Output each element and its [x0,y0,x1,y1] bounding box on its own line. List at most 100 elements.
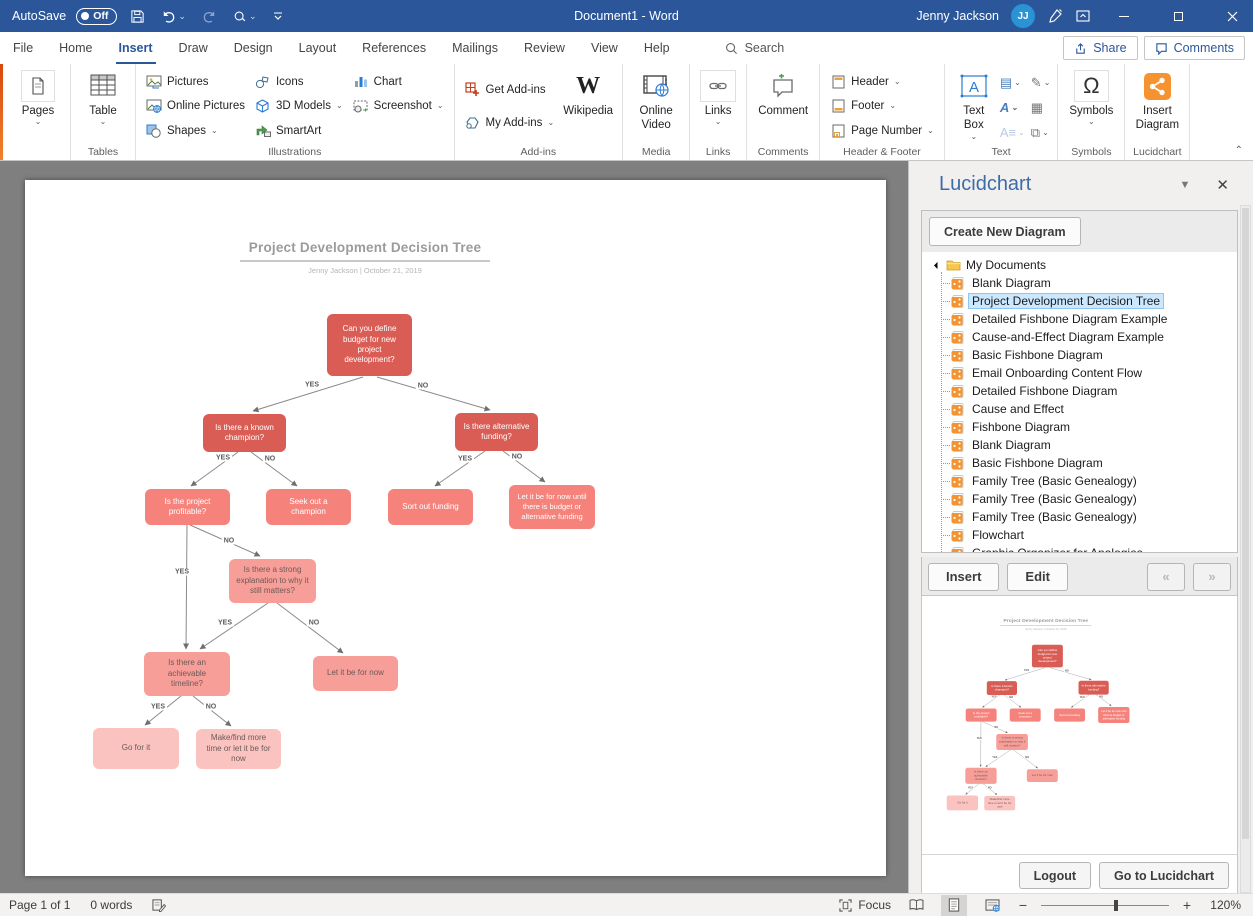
date-time-button[interactable]: ▦ [1031,100,1051,116]
tab-view[interactable]: View [578,32,631,64]
wikipedia-button[interactable]: W Wikipedia [559,68,617,118]
minimize-button[interactable] [1103,0,1145,32]
user-name[interactable]: Jenny Jackson [916,9,999,23]
get-addins-button[interactable]: Get Add-ins [462,78,558,101]
pictures-button[interactable]: Pictures [143,70,248,93]
table-button[interactable]: Table ⌄ [76,68,130,126]
object-button[interactable]: ⧉ ⌄ [1031,125,1051,141]
tree-item[interactable]: Family Tree (Basic Genealogy) [941,508,1237,526]
page-number-button[interactable]: # Page Number ⌄ [827,119,937,142]
tree-expander-icon[interactable] [934,261,941,269]
web-layout-button[interactable] [979,895,1005,916]
tree-item[interactable]: Flowchart [941,526,1237,544]
icons-button[interactable]: Icons [252,70,346,93]
avatar[interactable]: JJ [1011,4,1035,28]
tree-item[interactable]: Email Onboarding Content Flow [941,364,1237,382]
tab-references[interactable]: References [349,32,439,64]
smartart-button[interactable]: SmartArt [252,119,346,142]
comments-button[interactable]: Comments [1143,36,1245,60]
tab-draw[interactable]: Draw [166,32,221,64]
create-new-diagram-button[interactable]: Create New Diagram [929,217,1081,246]
focus-mode-button[interactable]: Focus [839,898,891,912]
next-page-button[interactable]: » [1193,562,1231,591]
zoom-level[interactable]: 120% [1205,898,1241,912]
tree-item[interactable]: Cause-and-Effect Diagram Example [941,328,1237,346]
tree-item[interactable]: Family Tree (Basic Genealogy) [941,472,1237,490]
logout-button[interactable]: Logout [1018,862,1091,889]
tab-file[interactable]: File [0,32,46,64]
print-layout-button[interactable] [941,894,967,916]
zoom-slider-handle[interactable] [1113,899,1118,911]
save-icon[interactable] [127,5,148,27]
tab-help[interactable]: Help [631,32,683,64]
ribbon-display-options-icon[interactable] [1075,8,1091,24]
header-button[interactable]: Header ⌄ [827,70,937,93]
tree-item[interactable]: Project Development Decision Tree [941,292,1237,310]
my-documents-folder[interactable]: My Documents [932,256,1237,274]
pages-button[interactable]: Pages ⌄ [11,68,65,126]
search-box[interactable]: Search [725,32,784,64]
text-box-button[interactable]: A Text Box ⌄ [950,68,998,141]
zoom-in-button[interactable]: + [1181,897,1193,913]
tree-item[interactable]: Detailed Fishbone Diagram [941,382,1237,400]
tab-mailings[interactable]: Mailings [439,32,511,64]
lucidchart-task-pane: Lucidchart ▼ ✕ Create New Diagram My Doc… [908,161,1253,893]
tab-home[interactable]: Home [46,32,105,64]
ink-pen-icon[interactable] [1047,8,1063,24]
online-video-button[interactable]: Online Video [628,68,684,133]
pane-menu-chevron-icon[interactable]: ▼ [1180,179,1191,191]
online-pictures-button[interactable]: Online Pictures [143,95,248,118]
share-button[interactable]: Share [1063,36,1138,60]
comment-button[interactable]: Comment [752,68,814,118]
tree-item[interactable]: Fishbone Diagram [941,418,1237,436]
screenshot-button[interactable]: Screenshot ⌄ [350,95,447,118]
my-addins-button[interactable]: My Add-ins ⌄ [462,111,558,134]
touch-mouse-mode-icon[interactable]: ⌄ [230,5,260,27]
tree-item[interactable]: Blank Diagram [941,436,1237,454]
maximize-button[interactable] [1157,0,1199,32]
goto-lucidchart-button[interactable]: Go to Lucidchart [1099,862,1229,889]
tab-layout[interactable]: Layout [286,32,350,64]
tab-review[interactable]: Review [511,32,578,64]
links-button[interactable]: Links ⌄ [695,68,741,126]
tree-item[interactable]: Family Tree (Basic Genealogy) [941,490,1237,508]
tree-item[interactable]: Graphic Organizer for Analogies [941,544,1237,552]
document-page[interactable]: Project Development Decision Tree Jenny … [25,180,886,876]
read-mode-button[interactable] [903,895,929,916]
insert-diagram-button[interactable]: Insert Diagram [1130,68,1184,133]
customize-quick-access-icon[interactable] [269,5,287,27]
edit-button[interactable]: Edit [1007,562,1068,591]
close-button[interactable] [1211,0,1253,32]
zoom-out-button[interactable]: − [1017,897,1029,913]
prev-page-button[interactable]: « [1147,562,1185,591]
signature-line-button[interactable]: ✎ ⌄ [1031,75,1051,91]
wordart-button[interactable]: A ⌄ [1000,100,1025,115]
pane-scrollbar-thumb[interactable] [1242,208,1249,840]
autosave-toggle[interactable]: Off [76,7,118,25]
page-indicator[interactable]: Page 1 of 1 [9,898,70,912]
tree-item[interactable]: Basic Fishbone Diagram [941,346,1237,364]
collapse-ribbon-icon[interactable]: ⌃ [1235,145,1243,156]
proofing-icon[interactable] [152,898,167,912]
redo-icon[interactable] [199,5,220,27]
symbols-button[interactable]: Ω Symbols ⌄ [1063,68,1119,126]
pane-close-icon[interactable]: ✕ [1216,176,1229,194]
quick-parts-button[interactable]: ▤ ⌄ [1000,75,1025,91]
undo-icon[interactable]: ⌄ [158,5,189,27]
tree-item[interactable]: Cause and Effect [941,400,1237,418]
word-count[interactable]: 0 words [90,898,132,912]
document-canvas[interactable]: Project Development Decision Tree Jenny … [0,161,908,893]
shapes-button[interactable]: Shapes ⌄ [143,119,248,142]
tree-item[interactable]: Detailed Fishbone Diagram Example [941,310,1237,328]
3d-models-button[interactable]: 3D Models ⌄ [252,95,346,118]
footer-button[interactable]: Footer ⌄ [827,95,937,118]
pane-scrollbar[interactable] [1240,205,1251,893]
insert-button[interactable]: Insert [928,562,1000,591]
chart-button[interactable]: Chart [350,70,447,93]
tab-design[interactable]: Design [221,32,286,64]
tab-insert[interactable]: Insert [106,32,166,64]
zoom-slider[interactable] [1041,899,1169,911]
tree-item[interactable]: Blank Diagram [941,274,1237,292]
drop-cap-button[interactable]: A≡ ⌄ [1000,125,1025,140]
tree-item[interactable]: Basic Fishbone Diagram [941,454,1237,472]
